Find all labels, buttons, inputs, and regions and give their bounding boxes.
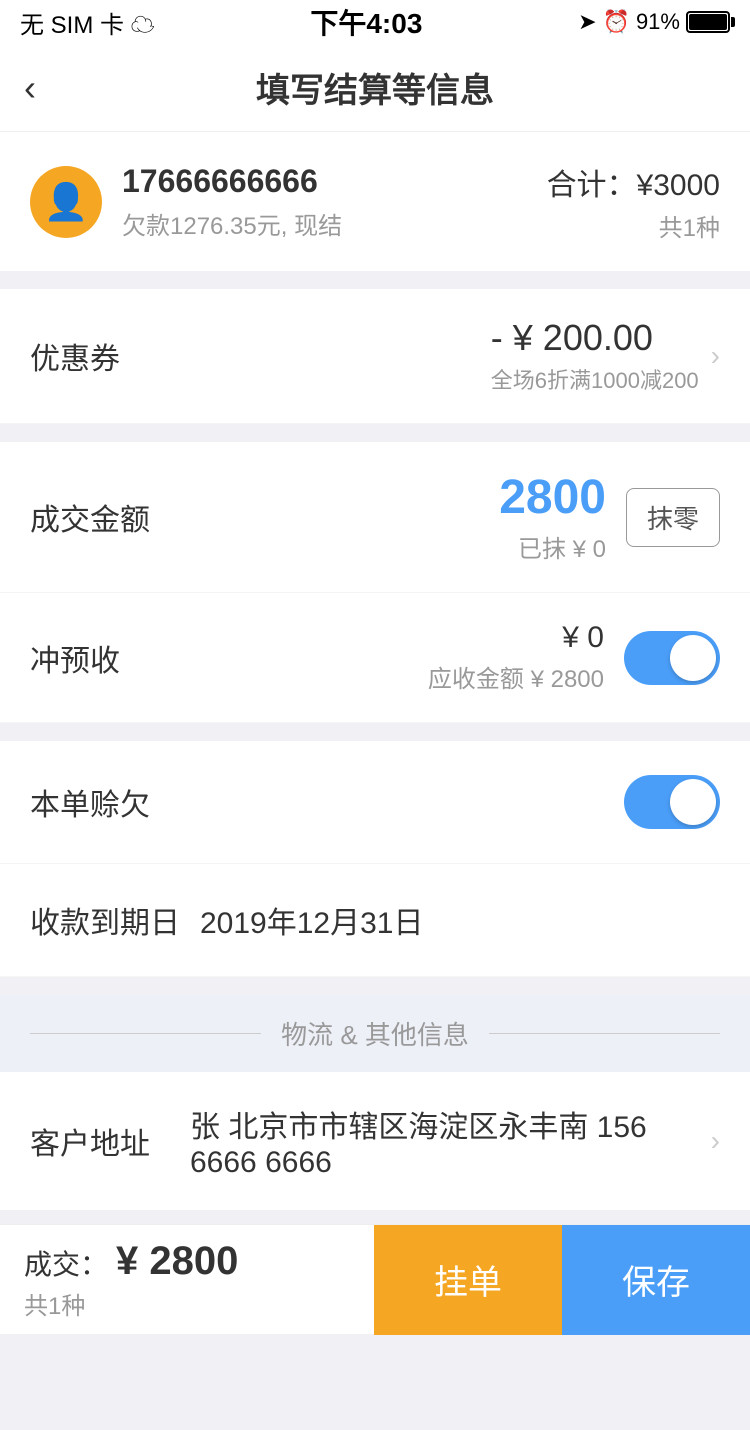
coupon-row[interactable]: 优惠券 - ¥ 200.00 全场6折满1000减200 ›	[0, 289, 750, 424]
footer-count: 共1种	[24, 1286, 350, 1321]
user-details: 17666666666 欠款1276.35元, 现结	[122, 163, 342, 241]
transaction-sub: 已抹 ¥ 0	[499, 529, 606, 564]
date-row: 收款到期日 2019年12月31日	[0, 864, 750, 977]
page-title: 填写结算等信息	[256, 63, 494, 112]
address-chevron-icon: ›	[711, 1125, 720, 1157]
prepaid-amount: ¥ 0	[428, 621, 604, 655]
user-left: 👤 17666666666 欠款1276.35元, 现结	[30, 163, 342, 241]
date-value: 2019年12月31日	[200, 898, 423, 942]
date-label: 收款到期日	[30, 898, 180, 942]
transaction-section: 成交金额 2800 已抹 ¥ 0 抹零 冲预收 ¥ 0 应收金额 ¥ 2800	[0, 442, 750, 723]
footer-amount: ¥ 2800	[116, 1239, 238, 1284]
address-value: 张 北京市市辖区海淀区永丰南 156 6666 6666	[190, 1102, 691, 1180]
transaction-row: 成交金额 2800 已抹 ¥ 0 抹零	[0, 442, 750, 593]
footer-deal-line: 成交： ¥ 2800	[24, 1239, 350, 1284]
transaction-amount: 2800	[499, 470, 606, 525]
footer-deal-label: 成交：	[24, 1243, 108, 1283]
avatar-icon: 👤	[44, 181, 89, 223]
status-bar: 无 SIM 卡 ☁ 下午4:03 ➤ ⏰ 91%	[0, 0, 750, 44]
logistics-line-right	[489, 1033, 720, 1034]
nav-bar: ‹ 填写结算等信息	[0, 44, 750, 132]
prepaid-sub: 应收金额 ¥ 2800	[428, 659, 604, 694]
footer: 成交： ¥ 2800 共1种 挂单 保存	[0, 1224, 750, 1334]
coupon-label: 优惠券	[30, 334, 120, 378]
user-phone: 17666666666	[122, 163, 342, 200]
status-right: ➤ ⏰ 91%	[578, 9, 730, 35]
transaction-right: 2800 已抹 ¥ 0 抹零	[499, 470, 720, 564]
total-amount: 合计：¥3000	[547, 160, 720, 204]
battery-icon	[686, 11, 730, 33]
avatar: 👤	[30, 166, 102, 238]
logistics-header: 物流 & 其他信息	[0, 995, 750, 1072]
status-time: 下午4:03	[310, 2, 422, 42]
divider-1	[0, 424, 750, 442]
prepaid-row: 冲预收 ¥ 0 应收金额 ¥ 2800	[0, 593, 750, 723]
alarm-icon: ⏰	[603, 9, 630, 35]
round-button[interactable]: 抹零	[626, 488, 720, 547]
coupon-sub: 全场6折满1000减200	[491, 363, 699, 395]
coupon-amount: - ¥ 200.00	[491, 317, 699, 359]
transaction-amount-block: 2800 已抹 ¥ 0	[499, 470, 606, 564]
coupon-chevron-icon: ›	[711, 340, 720, 372]
coupon-card[interactable]: 优惠券 - ¥ 200.00 全场6折满1000减200 ›	[0, 289, 750, 424]
prepaid-right: ¥ 0 应收金额 ¥ 2800	[428, 621, 720, 694]
battery-percent: 91%	[636, 9, 680, 35]
prepaid-amount-block: ¥ 0 应收金额 ¥ 2800	[428, 621, 604, 694]
coupon-right: - ¥ 200.00 全场6折满1000减200 ›	[491, 317, 720, 395]
divider-2	[0, 723, 750, 741]
prepaid-toggle[interactable]	[624, 631, 720, 685]
logistics-title: 物流 & 其他信息	[281, 1015, 469, 1052]
prepaid-label: 冲预收	[30, 636, 120, 680]
logistics-line-left	[30, 1033, 261, 1034]
divider-3	[0, 977, 750, 995]
battery-fill	[689, 14, 727, 30]
total-count: 共1种	[547, 208, 720, 243]
address-row[interactable]: 客户地址 张 北京市市辖区海淀区永丰南 156 6666 6666 ›	[0, 1072, 750, 1210]
user-right: 合计：¥3000 共1种	[547, 160, 720, 243]
hang-button[interactable]: 挂单	[374, 1225, 562, 1335]
debt-row: 本单赊欠	[0, 741, 750, 864]
footer-info: 成交： ¥ 2800 共1种	[0, 1239, 374, 1321]
status-left: 无 SIM 卡 ☁	[20, 5, 155, 40]
location-icon: ➤	[578, 9, 596, 35]
user-subtitle: 欠款1276.35元, 现结	[122, 206, 342, 241]
user-info-card: 👤 17666666666 欠款1276.35元, 现结 合计：¥3000 共1…	[0, 132, 750, 271]
back-button[interactable]: ‹	[24, 67, 36, 109]
address-label: 客户地址	[30, 1119, 150, 1163]
sim-status: 无 SIM 卡 ☁	[20, 5, 155, 40]
transaction-label: 成交金额	[30, 495, 150, 539]
save-button[interactable]: 保存	[562, 1225, 750, 1335]
debt-toggle[interactable]	[624, 775, 720, 829]
debt-label: 本单赊欠	[30, 780, 150, 824]
